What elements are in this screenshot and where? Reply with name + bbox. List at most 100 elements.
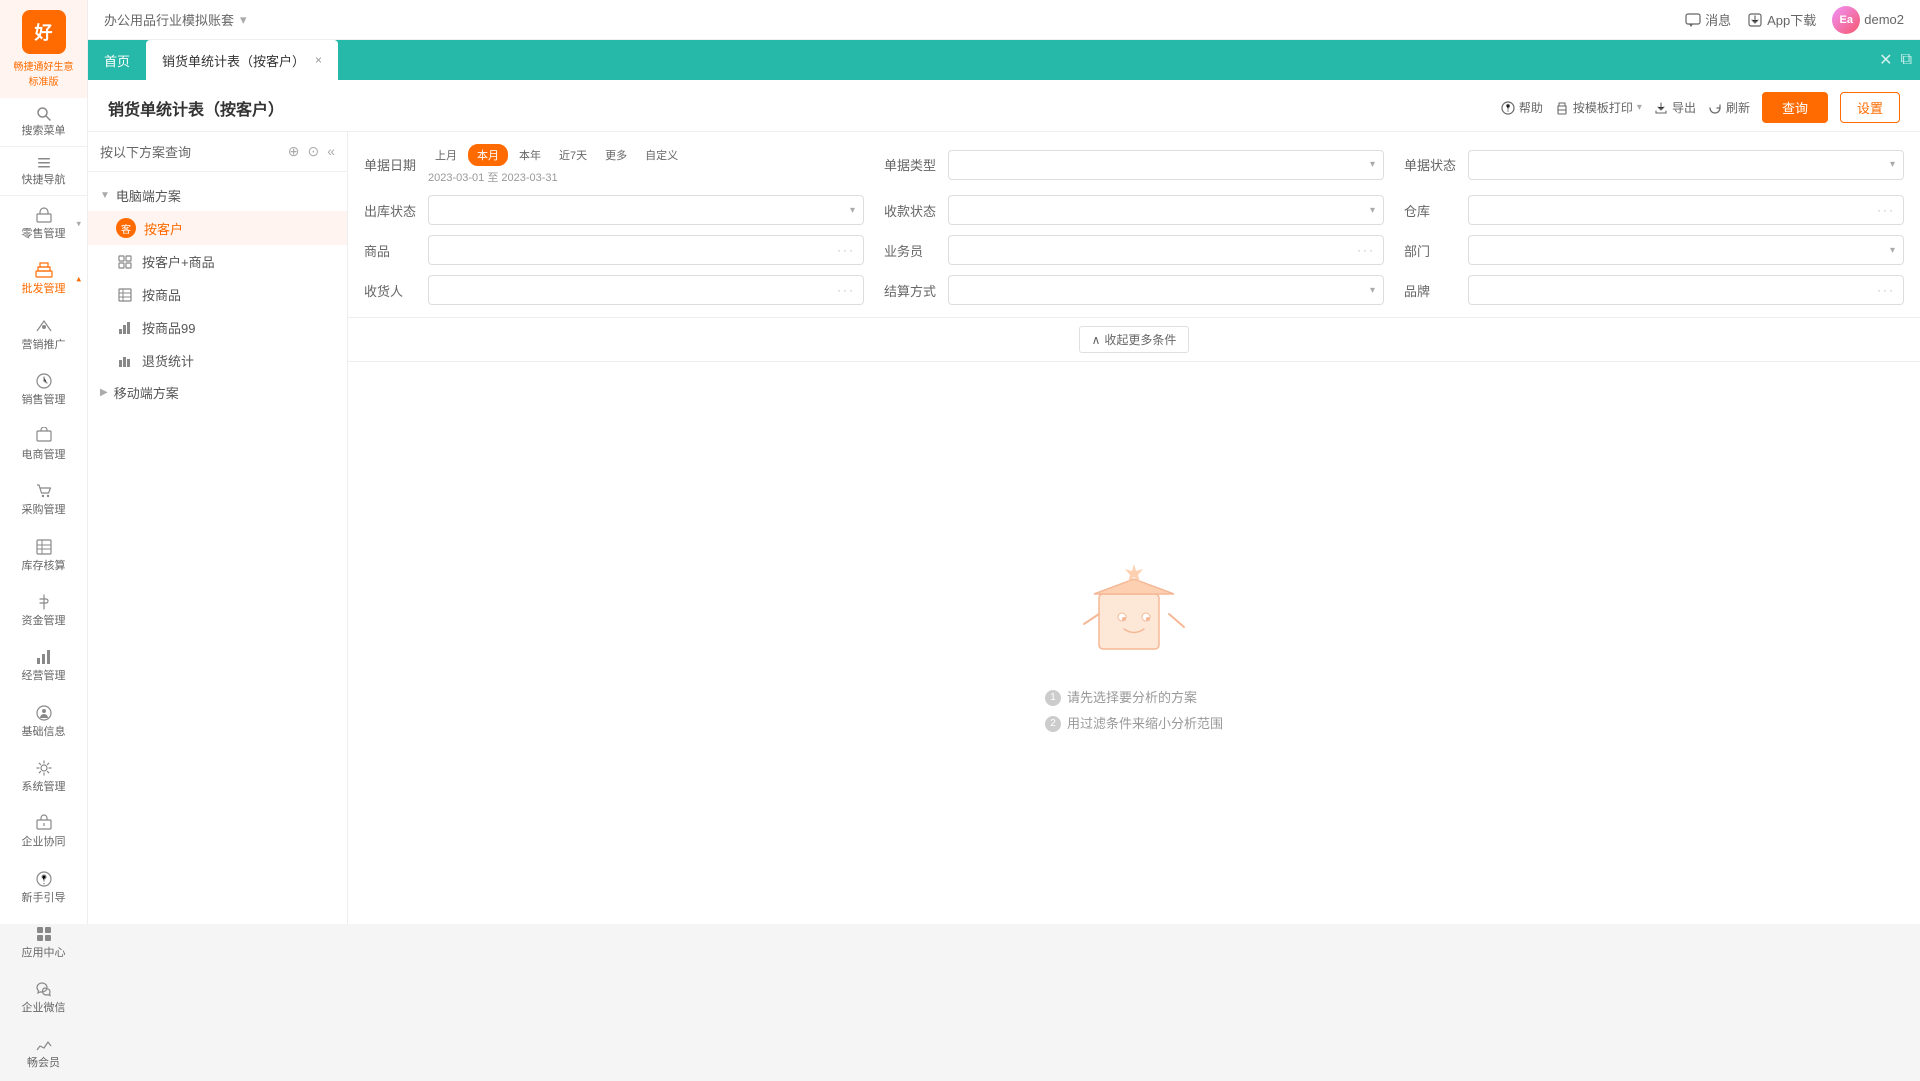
scheme-collapse-button[interactable]: « bbox=[327, 143, 335, 160]
brand-dots: ··· bbox=[1877, 283, 1895, 297]
filter-order-status-label: 单据状态 bbox=[1404, 155, 1460, 174]
tab-bar: 首页 销货单统计表（按客户） × ✕ ⧉ bbox=[88, 40, 1920, 80]
date-btn-7days[interactable]: 近7天 bbox=[552, 144, 594, 166]
desktop-group-label: 电脑端方案 bbox=[116, 186, 181, 205]
tab-home[interactable]: 首页 bbox=[88, 40, 146, 80]
filter-recipient-item: 收货人 ··· bbox=[364, 275, 864, 305]
filter-order-status-control[interactable]: ▾ bbox=[1468, 150, 1904, 180]
sidebar-item-operations[interactable]: 经营管理 bbox=[0, 638, 87, 693]
sidebar-item-system[interactable]: 系统管理 bbox=[0, 749, 87, 804]
window-close-button[interactable]: ✕ bbox=[1879, 50, 1892, 70]
date-btn-this-month[interactable]: 本月 bbox=[468, 144, 508, 166]
desktop-group-arrow: ▼ bbox=[100, 190, 110, 201]
sidebar-item-retail[interactable]: 零售管理 ▾ bbox=[0, 196, 87, 251]
filter-row-2: 出库状态 ▾ 收款状态 ▾ bbox=[364, 195, 1904, 225]
active-scheme-icon: 客 bbox=[116, 218, 136, 238]
scheme-icon-bar bbox=[116, 319, 134, 337]
refresh-button[interactable]: 刷新 bbox=[1708, 99, 1750, 116]
help-button[interactable]: 帮助 bbox=[1501, 99, 1543, 116]
export-button[interactable]: 导出 bbox=[1654, 99, 1696, 116]
tab-sales-stats[interactable]: 销货单统计表（按客户） × bbox=[146, 40, 338, 80]
main-area: 办公用品行业模拟账套 ▾ 消息 App下载 Ea bbox=[88, 0, 1920, 924]
salesperson-dots: ··· bbox=[1357, 243, 1375, 257]
scheme-settings-button[interactable]: ⊙ bbox=[307, 143, 319, 160]
sidebar-item-enterprise[interactable]: 企业协同 bbox=[0, 804, 87, 859]
user-avatar: Ea bbox=[1832, 6, 1860, 34]
desktop-group-header[interactable]: ▼ 电脑端方案 bbox=[88, 180, 347, 211]
collapse-button[interactable]: ∧ 收起更多条件 bbox=[1079, 326, 1190, 353]
topbar-right: 消息 App下载 Ea demo2 bbox=[1685, 6, 1904, 34]
date-range-value: 2023-03-01 至 2023-03-31 bbox=[428, 169, 864, 185]
sidebar-item-appcenter[interactable]: 应用中心 bbox=[0, 915, 87, 970]
scheme-return-stats[interactable]: 退货统计 bbox=[88, 344, 347, 377]
date-btn-more[interactable]: 更多 bbox=[598, 144, 634, 166]
filter-brand-item: 品牌 ··· bbox=[1404, 275, 1904, 305]
scheme-by-product[interactable]: 按商品 bbox=[88, 278, 347, 311]
warehouse-dots: ··· bbox=[1877, 203, 1895, 217]
empty-illustration bbox=[1074, 549, 1194, 669]
step-num-1: 1 bbox=[1045, 690, 1061, 706]
filter-recipient-control[interactable]: ··· bbox=[428, 275, 864, 305]
scheme-by-product99[interactable]: 按商品99 bbox=[88, 311, 347, 344]
filter-warehouse-control[interactable]: ··· bbox=[1468, 195, 1904, 225]
filter-settlement-control[interactable]: ▾ bbox=[948, 275, 1384, 305]
query-button[interactable]: 查询 bbox=[1762, 92, 1828, 123]
dropdown-icon[interactable]: ▾ bbox=[240, 12, 247, 28]
sidebar-quick-nav[interactable]: 快捷导航 bbox=[0, 147, 87, 196]
sidebar-item-member[interactable]: 畅会员 bbox=[0, 1025, 87, 1080]
nav-icon bbox=[36, 155, 52, 171]
sidebar-item-marketing[interactable]: 营销推广 bbox=[0, 307, 87, 362]
add-scheme-button[interactable]: ⊕ bbox=[288, 143, 300, 160]
body-area: 按以下方案查询 ⊕ ⊙ « ▼ 电脑端方案 客 bbox=[88, 132, 1920, 924]
user-menu[interactable]: Ea demo2 bbox=[1832, 6, 1904, 34]
page-header: 销货单统计表（按客户） 帮助 按模板打印 bbox=[88, 80, 1920, 132]
sidebar-item-wholesale[interactable]: 批发管理 ▴ bbox=[0, 251, 87, 306]
sidebar-item-sales[interactable]: 销售管理 bbox=[0, 362, 87, 417]
filter-settlement-item: 结算方式 ▾ bbox=[884, 275, 1384, 305]
tab-close-button[interactable]: × bbox=[315, 53, 322, 67]
filter-brand-label: 品牌 bbox=[1404, 281, 1460, 300]
filter-brand-control[interactable]: ··· bbox=[1468, 275, 1904, 305]
filter-payment-status-label: 收款状态 bbox=[884, 201, 940, 220]
scheme-by-customer-product[interactable]: 按客户+商品 bbox=[88, 245, 347, 278]
message-icon bbox=[1685, 12, 1701, 28]
page-title: 销货单统计表（按客户） bbox=[108, 96, 284, 120]
sidebar-item-wechat[interactable]: 企业微信 bbox=[0, 970, 87, 1025]
date-btn-this-year[interactable]: 本年 bbox=[512, 144, 548, 166]
scheme-by-customer[interactable]: 客 按客户 bbox=[88, 211, 347, 245]
settings-button[interactable]: 设置 bbox=[1840, 92, 1900, 123]
sidebar-item-inventory[interactable]: 库存核算 bbox=[0, 528, 87, 583]
scheme-panel-title: 按以下方案查询 bbox=[100, 142, 191, 161]
app-download-button[interactable]: App下载 bbox=[1747, 10, 1816, 29]
sidebar-item-finance[interactable]: 资金管理 bbox=[0, 583, 87, 638]
mobile-group-header[interactable]: ▶ 移动端方案 bbox=[88, 377, 347, 408]
sidebar-item-newbie[interactable]: 新手引导 bbox=[0, 860, 87, 915]
scheme-tree: ▼ 电脑端方案 客 按客户 bbox=[88, 172, 347, 416]
window-maximize-button[interactable]: ⧉ bbox=[1901, 51, 1912, 69]
empty-instructions: 1 请先选择要分析的方案 2 用过滤条件来缩小分析范围 bbox=[1045, 685, 1223, 737]
sidebar-item-ecommerce[interactable]: 电商管理 bbox=[0, 417, 87, 472]
date-btn-custom[interactable]: 自定义 bbox=[638, 144, 685, 166]
print-dropdown-icon[interactable]: ▾ bbox=[1637, 102, 1642, 113]
left-panel-header: 按以下方案查询 ⊕ ⊙ « bbox=[88, 132, 347, 172]
topbar: 办公用品行业模拟账套 ▾ 消息 App下载 Ea bbox=[88, 0, 1920, 40]
filter-payment-status-control[interactable]: ▾ bbox=[948, 195, 1384, 225]
date-btn-last-month[interactable]: 上月 bbox=[428, 144, 464, 166]
print-button[interactable]: 按模板打印 ▾ bbox=[1555, 99, 1642, 116]
industry-label: 办公用品行业模拟账套 bbox=[104, 10, 234, 29]
export-icon bbox=[1654, 101, 1668, 115]
step-num-2: 2 bbox=[1045, 716, 1061, 732]
sidebar-item-purchase[interactable]: 采购管理 bbox=[0, 472, 87, 527]
filter-out-status-control[interactable]: ▾ bbox=[428, 195, 864, 225]
basic-icon bbox=[35, 704, 53, 722]
filter-department-control[interactable]: ▾ bbox=[1468, 235, 1904, 265]
sidebar-search[interactable]: 搜索菜单 bbox=[0, 98, 87, 147]
filter-warehouse-label: 仓库 bbox=[1404, 201, 1460, 220]
sidebar-item-basic[interactable]: 基础信息 bbox=[0, 694, 87, 749]
filter-salesperson-control[interactable]: ··· bbox=[948, 235, 1384, 265]
message-button[interactable]: 消息 bbox=[1685, 10, 1731, 29]
filter-product-label: 商品 bbox=[364, 241, 420, 260]
filter-product-control[interactable]: ··· bbox=[428, 235, 864, 265]
newbie-icon bbox=[35, 870, 53, 888]
filter-order-type-control[interactable]: ▾ bbox=[948, 150, 1384, 180]
